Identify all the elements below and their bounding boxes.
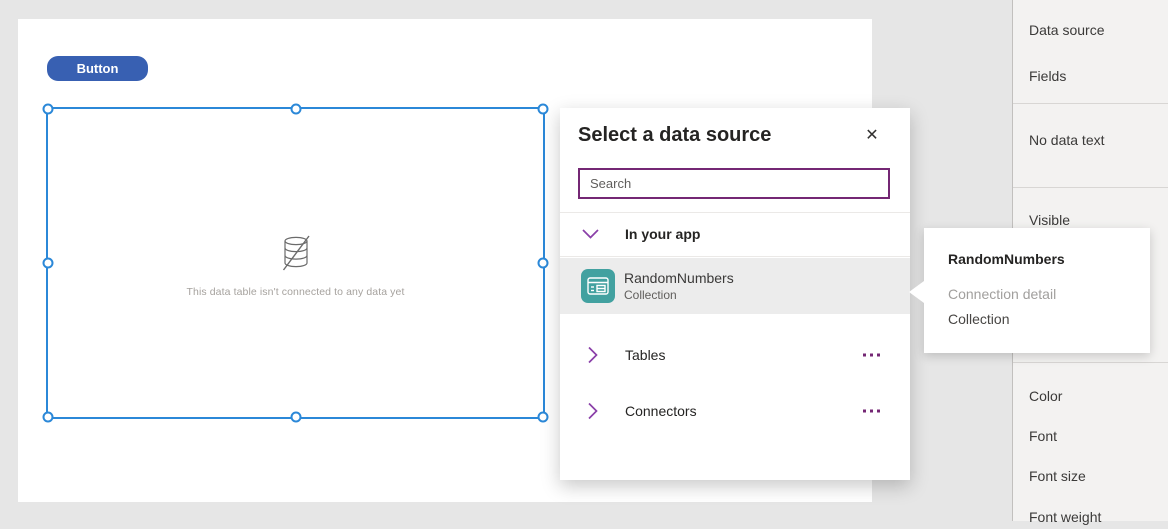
divider (1013, 187, 1168, 188)
property-row-no-data-text[interactable]: No data text (1013, 128, 1168, 152)
property-label: Visible (1029, 212, 1070, 228)
more-options-icon[interactable] (859, 406, 884, 417)
divider (1013, 362, 1168, 363)
chevron-right-icon[interactable] (588, 403, 598, 420)
selection-handle-bottom-right[interactable] (538, 412, 549, 423)
group-label: Tables (625, 347, 665, 363)
canvas-button-control[interactable]: Button (47, 56, 148, 81)
property-row-color[interactable]: Color (1013, 384, 1168, 408)
divider (560, 256, 910, 257)
chevron-right-icon[interactable] (588, 347, 598, 364)
data-source-item-randomnumbers[interactable]: RandomNumbers Collection (560, 258, 910, 314)
group-in-your-app[interactable]: In your app (560, 212, 910, 256)
selection-handle-top-middle[interactable] (290, 104, 301, 115)
data-table-control[interactable]: This data table isn't connected to any d… (46, 107, 545, 419)
tooltip-beak (909, 281, 924, 303)
selection-handle-top-right[interactable] (538, 104, 549, 115)
data-table-empty-text: This data table isn't connected to any d… (186, 286, 404, 298)
property-row-font-size[interactable]: Font size (1013, 464, 1168, 488)
tooltip-title: RandomNumbers (948, 251, 1065, 267)
property-label: Font size (1029, 468, 1086, 484)
more-options-icon[interactable] (859, 350, 884, 361)
property-row-data-source[interactable]: Data source (1013, 18, 1168, 42)
select-data-source-dialog: Select a data source ✕ In your app Rando… (560, 108, 910, 480)
data-source-tooltip: RandomNumbers Connection detail Collecti… (924, 228, 1150, 353)
tooltip-field-value: Collection (948, 311, 1009, 327)
property-row-font[interactable]: Font (1013, 424, 1168, 448)
property-label: Fields (1029, 68, 1066, 84)
selection-handle-bottom-left[interactable] (43, 412, 54, 423)
group-label: In your app (625, 226, 700, 242)
dialog-title: Select a data source (578, 124, 771, 147)
property-label: No data text (1029, 132, 1105, 148)
tooltip-field-label: Connection detail (948, 286, 1056, 302)
selection-handle-top-left[interactable] (43, 104, 54, 115)
group-connectors[interactable]: Connectors (560, 386, 910, 436)
property-label: Font (1029, 428, 1057, 444)
group-tables[interactable]: Tables (560, 330, 910, 380)
property-row-fields[interactable]: Fields (1013, 64, 1168, 88)
data-source-name: RandomNumbers (624, 270, 734, 287)
data-table-empty-state: This data table isn't connected to any d… (48, 233, 543, 298)
property-label: Data source (1029, 22, 1104, 38)
collection-icon (581, 269, 615, 303)
group-label: Connectors (625, 403, 697, 419)
data-source-type: Collection (624, 288, 734, 302)
chevron-down-icon[interactable] (582, 229, 599, 239)
database-slash-icon (279, 233, 313, 278)
property-label: Font weight (1029, 509, 1101, 525)
search-input[interactable] (578, 168, 890, 199)
selection-handle-bottom-middle[interactable] (290, 412, 301, 423)
property-label: Color (1029, 388, 1062, 404)
property-row-font-weight[interactable]: Font weight (1013, 505, 1168, 529)
divider (1013, 103, 1168, 104)
close-icon[interactable]: ✕ (860, 124, 884, 148)
